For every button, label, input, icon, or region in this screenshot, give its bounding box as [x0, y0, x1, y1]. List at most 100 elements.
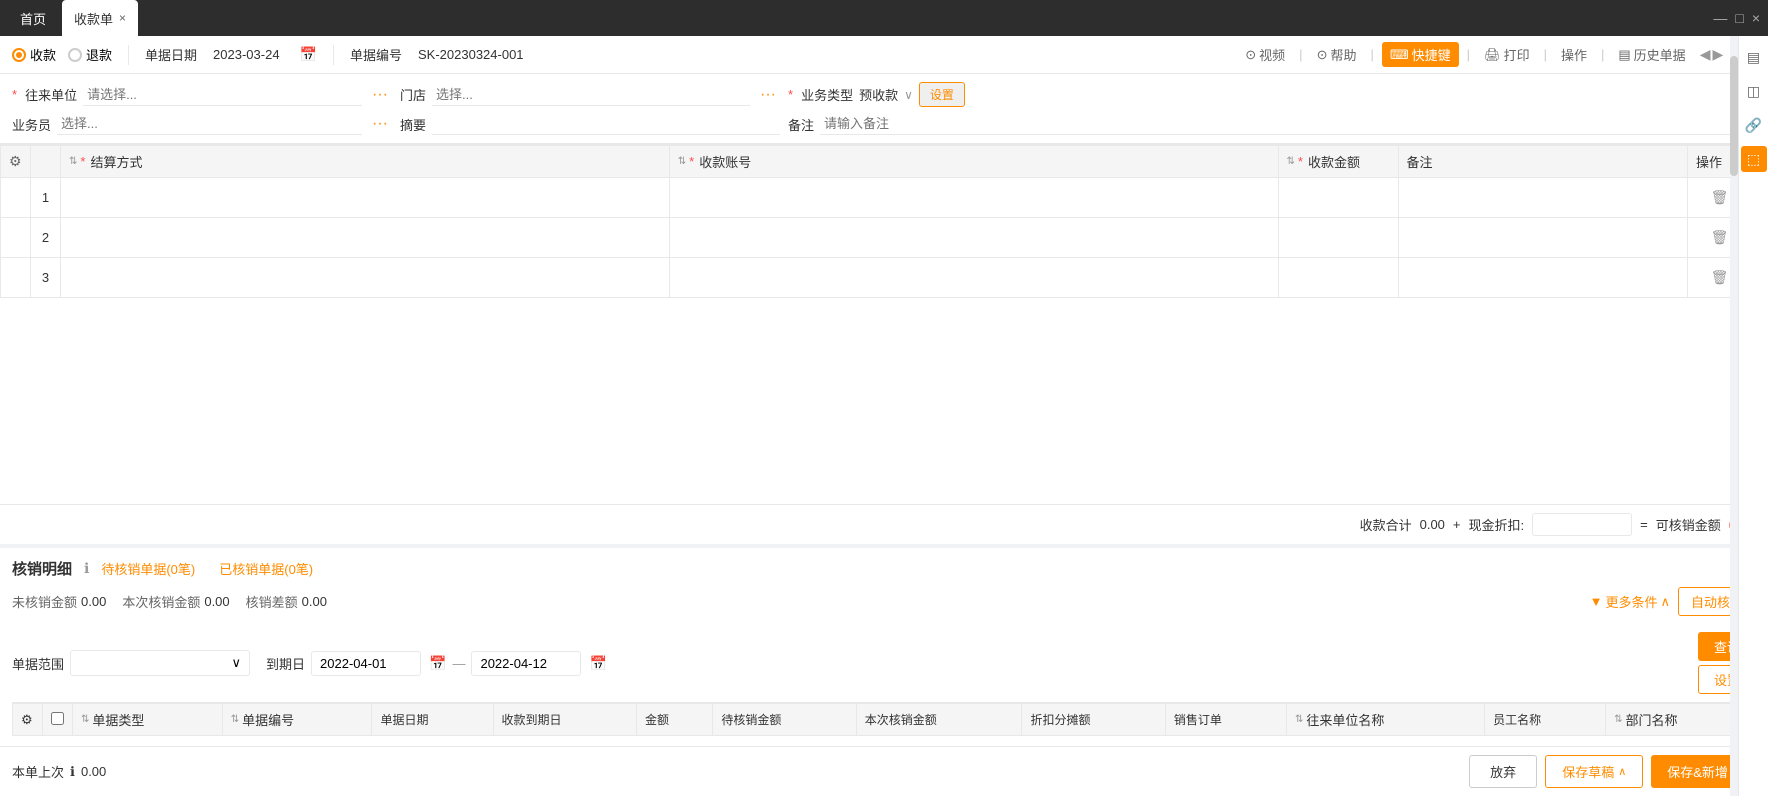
summary-label: 摘要 [400, 115, 426, 134]
history-label: 历史单据 [1634, 45, 1686, 64]
biz-type-dropdown-icon[interactable]: ∨ [904, 88, 913, 102]
next-arrow[interactable]: ▶ [1712, 46, 1723, 63]
date-from-input[interactable] [311, 651, 421, 676]
bt-gear-icon[interactable]: ⚙ [21, 712, 33, 727]
bottom-table: ⚙ ⇅ 单据类型 ⇅ [12, 703, 1756, 736]
table-gear-icon[interactable]: ⚙ [9, 153, 22, 169]
store-input[interactable] [432, 84, 750, 106]
cal-icon-to[interactable]: 📅 [589, 655, 606, 672]
tab-pending[interactable]: 待核销单据(0笔) [101, 559, 195, 578]
info-icon[interactable]: ℹ [84, 560, 89, 577]
remark-input[interactable] [820, 113, 1756, 135]
verify-title: 核销明细 [12, 558, 72, 579]
abandon-btn[interactable]: 放弃 [1469, 755, 1537, 788]
biz-type-value: 预收款 [859, 85, 898, 104]
verifiable-label: 可核销金额 [1656, 515, 1721, 534]
bt-col-checkbox [43, 704, 73, 736]
shortcut-btn[interactable]: ⌨ 快捷键 [1382, 42, 1459, 67]
sort-icon-bt-3: ⇅ [1295, 714, 1303, 725]
tab-close-icon[interactable]: × [119, 11, 126, 25]
right-panel-expand-btn[interactable]: ⬚ [1741, 146, 1767, 172]
col-account-header: ⇅ * 收款账号 [669, 146, 1278, 178]
total-value: 0.00 [1420, 517, 1445, 532]
tab-home[interactable]: 首页 [8, 0, 58, 36]
video-btn[interactable]: ⊙ 视频 [1239, 43, 1291, 66]
calendar-icon[interactable]: 📅 [300, 46, 317, 63]
chevron-up-icon: ∧ [1660, 594, 1670, 610]
due-date-field: 到期日 📅 — 📅 [266, 651, 607, 676]
data-table: ⚙ ⇅ * 结算方式 ⇅ * 收款账号 [0, 145, 1768, 298]
table-header-row: ⚙ ⇅ * 结算方式 ⇅ * 收款账号 [1, 146, 1768, 178]
remark-field: 备注 [788, 113, 1756, 135]
verify-section: 核销明细 ℹ 待核销单据(0笔) 已核销单据(0笔) 未核销金额 0.00 本次… [0, 544, 1768, 746]
bt-col-date: 单据日期 [372, 704, 493, 736]
row-remark-1[interactable] [1398, 178, 1687, 218]
right-panel-layout-btn[interactable]: ◫ [1741, 78, 1767, 104]
bt-col-due: 收款到期日 [493, 704, 636, 736]
prev-arrow[interactable]: ◀ [1700, 46, 1711, 63]
window-minimize-btn[interactable]: — [1713, 10, 1727, 26]
sort-icon-bt-2: ⇅ [231, 714, 239, 725]
row-amount-1[interactable] [1278, 178, 1398, 218]
row-amount-2[interactable] [1278, 218, 1398, 258]
bt-col-order: 销售订单 [1165, 704, 1286, 736]
delete-icon-1[interactable]: 🗑 [1711, 189, 1729, 206]
separator-1 [128, 45, 129, 65]
row-account-2[interactable] [669, 218, 1278, 258]
row-settlement-1[interactable] [61, 178, 670, 218]
summary-field: 摘要 [400, 113, 780, 135]
window-maximize-btn[interactable]: □ [1735, 10, 1743, 26]
right-panel-link-btn[interactable]: 🔗 [1741, 112, 1767, 138]
range-dropdown-icon: ∨ [232, 655, 242, 671]
row-gear-3 [1, 258, 31, 298]
this-verify-value: 0.00 [204, 594, 229, 609]
print-btn[interactable]: 🖨 打印 [1478, 43, 1536, 66]
sort-icon-bt-4: ⇅ [1614, 714, 1622, 725]
tab-active[interactable]: 收款单 × [62, 0, 138, 36]
counterpart-more-btn[interactable]: ··· [368, 86, 392, 104]
delete-icon-3[interactable]: 🗑 [1711, 269, 1729, 286]
equals-sign: = [1640, 517, 1648, 532]
row-account-1[interactable] [669, 178, 1278, 218]
tab-verified[interactable]: 已核销单据(0笔) [219, 559, 313, 578]
discount-input[interactable] [1532, 513, 1632, 536]
row-settlement-3[interactable] [61, 258, 670, 298]
date-to-input[interactable] [471, 651, 581, 676]
help-btn[interactable]: ⊙ 帮助 [1311, 43, 1363, 66]
range-select[interactable]: ∨ [70, 650, 250, 676]
this-verify-label: 本次核销金额 [122, 592, 200, 611]
counterpart-field: * 往来单位 ··· [12, 84, 392, 106]
radio-tuikuan[interactable]: 退款 [68, 45, 112, 64]
summary-input[interactable] [432, 113, 780, 135]
question-icon: ⊙ [1317, 47, 1328, 63]
row-settlement-2[interactable] [61, 218, 670, 258]
select-all-checkbox[interactable] [51, 712, 64, 725]
due-label: 到期日 [266, 654, 305, 673]
delete-icon-2[interactable]: 🗑 [1711, 229, 1729, 246]
row-account-3[interactable] [669, 258, 1278, 298]
row-gear-2 [1, 218, 31, 258]
row-remark-3[interactable] [1398, 258, 1687, 298]
form-row-2: 业务员 ··· 摘要 备注 [12, 113, 1756, 135]
salesperson-input[interactable] [57, 113, 362, 135]
draft-btn[interactable]: 保存草稿 ∧ [1545, 755, 1643, 788]
salesperson-label: 业务员 [12, 115, 51, 134]
settings-btn[interactable]: 设置 [919, 82, 965, 107]
more-conditions-label: 更多条件 [1605, 592, 1657, 611]
right-panel-table-btn[interactable]: ▤ [1741, 44, 1767, 70]
operation-btn[interactable]: 操作 [1555, 43, 1593, 66]
salesperson-more-btn[interactable]: ··· [368, 115, 392, 133]
more-conditions-btn[interactable]: ▼ 更多条件 ∧ [1590, 592, 1670, 611]
row-amount-3[interactable] [1278, 258, 1398, 298]
window-close-btn[interactable]: × [1752, 10, 1760, 26]
col-gear: ⚙ [1, 146, 31, 178]
bt-col-amount: 金额 [636, 704, 712, 736]
row-remark-2[interactable] [1398, 218, 1687, 258]
scroll-thumb[interactable] [1730, 56, 1738, 176]
verify-header: 核销明细 ℹ 待核销单据(0笔) 已核销单据(0笔) [12, 558, 1756, 579]
store-more-btn[interactable]: ··· [756, 86, 780, 104]
counterpart-input[interactable] [83, 84, 362, 106]
cal-icon-from[interactable]: 📅 [429, 655, 446, 672]
radio-shoukuan[interactable]: 收款 [12, 45, 56, 64]
history-btn[interactable]: ▤ 历史单据 [1612, 43, 1691, 66]
